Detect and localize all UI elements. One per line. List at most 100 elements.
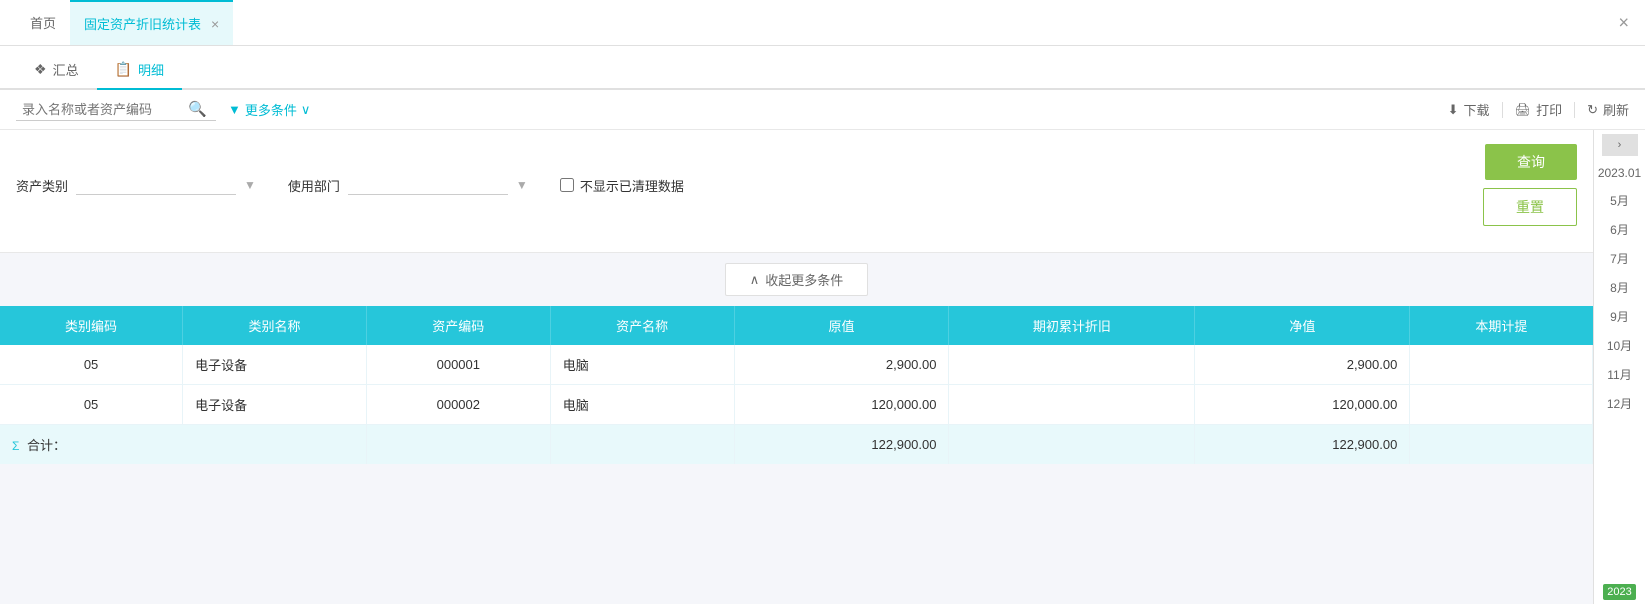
year-badge[interactable]: 2023 (1603, 584, 1635, 600)
footer-accum (949, 425, 1195, 465)
month-11[interactable]: 11月 (1594, 360, 1645, 389)
month-6[interactable]: 6月 (1594, 215, 1645, 244)
top-nav: 首页 固定资产折旧统计表 × × (0, 0, 1645, 46)
close-tab-btn[interactable]: × (211, 16, 219, 32)
query-button[interactable]: 查询 (1485, 144, 1577, 180)
search-icon[interactable]: 🔍 (188, 100, 207, 118)
collapse-label: 收起更多条件 (765, 270, 843, 289)
cell-catname-2: 电子设备 (183, 385, 367, 425)
content-area: 资产类别 ▼ 使用部门 ▼ 不显示已清理数据 查询 重置 (0, 130, 1593, 604)
more-conditions-btn[interactable]: ▼ 更多条件 ∨ (228, 100, 310, 119)
use-dept-label: 使用部门 (288, 176, 340, 195)
cell-original-1: 2,900.00 (734, 345, 949, 385)
col-header-original: 原值 (734, 306, 949, 345)
refresh-label: 刷新 (1603, 100, 1629, 119)
cell-accum-2 (949, 385, 1195, 425)
home-tab[interactable]: 首页 (16, 0, 70, 45)
refresh-btn[interactable]: ↻ 刷新 (1587, 100, 1629, 119)
filter-icon: ▼ (228, 102, 241, 117)
cell-catname-1: 电子设备 (183, 345, 367, 385)
month-9[interactable]: 9月 (1594, 302, 1645, 331)
hide-cleared-checkbox[interactable] (560, 178, 574, 192)
cell-code-1: 05 (0, 345, 183, 385)
cell-assetcode-1: 000001 (366, 345, 550, 385)
month-5[interactable]: 5月 (1594, 186, 1645, 215)
table-row: 05 电子设备 000002 电脑 120,000.00 120,000.00 (0, 385, 1593, 425)
collapse-btn[interactable]: ∧ 收起更多条件 (725, 263, 869, 296)
filter-row-1: 资产类别 ▼ 使用部门 ▼ 不显示已清理数据 查询 重置 (16, 144, 1577, 226)
download-icon: ⬇ (1448, 102, 1459, 118)
col-header-assetname: 资产名称 (550, 306, 734, 345)
footer-label-cell: Σ 合计： (0, 425, 366, 465)
download-btn[interactable]: ⬇ 下载 (1448, 100, 1490, 119)
month-8[interactable]: 8月 (1594, 273, 1645, 302)
col-header-current: 本期计提 (1410, 306, 1593, 345)
right-panel: › 2023.01 5月 6月 7月 8月 9月 10月 11月 12月 202… (1593, 130, 1645, 604)
active-tab[interactable]: 固定资产折旧统计表 × (70, 0, 233, 45)
refresh-icon: ↻ (1587, 102, 1598, 118)
reset-button[interactable]: 重置 (1483, 188, 1577, 226)
date-label: 2023.01 (1594, 160, 1645, 186)
footer-empty-1 (366, 425, 550, 465)
table-row: 05 电子设备 000001 电脑 2,900.00 2,900.00 (0, 345, 1593, 385)
footer-original: 122,900.00 (734, 425, 949, 465)
summary-icon: ❖ (34, 61, 47, 78)
btn-group: 查询 重置 (1483, 144, 1577, 226)
use-dept-input[interactable] (348, 175, 508, 195)
cell-code-2: 05 (0, 385, 183, 425)
cell-assetname-1: 电脑 (550, 345, 734, 385)
footer-net: 122,900.00 (1195, 425, 1410, 465)
col-header-catname: 类别名称 (183, 306, 367, 345)
tab-summary-label: 汇总 (53, 60, 79, 79)
print-icon: 🖨 (1515, 102, 1532, 118)
chevron-down-icon: ∨ (301, 102, 311, 118)
col-header-assetcode: 资产编码 (366, 306, 550, 345)
date-text: 2023.01 (1598, 166, 1641, 180)
table-body: 05 电子设备 000001 电脑 2,900.00 2,900.00 05 电… (0, 345, 1593, 425)
asset-category-field: 资产类别 ▼ (16, 175, 256, 195)
print-btn[interactable]: 🖨 打印 (1515, 100, 1563, 119)
main-area: 资产类别 ▼ 使用部门 ▼ 不显示已清理数据 查询 重置 (0, 130, 1645, 604)
more-cond-label: 更多条件 (245, 100, 297, 119)
asset-category-input[interactable] (76, 175, 236, 195)
window-close-btn[interactable]: × (1618, 12, 1629, 33)
cell-assetcode-2: 000002 (366, 385, 550, 425)
use-dept-dropdown-icon[interactable]: ▼ (516, 178, 528, 192)
footer-current (1410, 425, 1593, 465)
cell-net-1: 2,900.00 (1195, 345, 1410, 385)
cell-current-2 (1410, 385, 1593, 425)
footer-empty-2 (550, 425, 734, 465)
tab-summary[interactable]: ❖ 汇总 (16, 50, 97, 90)
asset-category-dropdown-icon[interactable]: ▼ (244, 178, 256, 192)
search-wrap: 🔍 (16, 98, 216, 121)
cell-assetname-2: 电脑 (550, 385, 734, 425)
tab-detail[interactable]: 📋 明细 (97, 50, 182, 90)
col-header-accum: 期初累计折旧 (949, 306, 1195, 345)
table-header: 类别编码 类别名称 资产编码 资产名称 原值 期初累计折旧 净值 本期计提 (0, 306, 1593, 345)
asset-category-label: 资产类别 (16, 176, 68, 195)
print-label: 打印 (1536, 100, 1562, 119)
tab-detail-label: 明细 (138, 60, 164, 79)
filter-section: 资产类别 ▼ 使用部门 ▼ 不显示已清理数据 查询 重置 (0, 130, 1593, 253)
toolbar: 🔍 ▼ 更多条件 ∨ ⬇ 下载 🖨 打印 ↻ 刷新 (0, 90, 1645, 130)
hide-cleared-wrap: 不显示已清理数据 (560, 176, 684, 195)
search-input[interactable] (22, 102, 182, 117)
active-tab-label: 固定资产折旧统计表 (84, 14, 201, 33)
cell-net-2: 120,000.00 (1195, 385, 1410, 425)
month-10[interactable]: 10月 (1594, 331, 1645, 360)
divider-2 (1574, 102, 1575, 118)
cell-original-2: 120,000.00 (734, 385, 949, 425)
month-7[interactable]: 7月 (1594, 244, 1645, 273)
collapse-icon: ∧ (750, 272, 760, 288)
cell-accum-1 (949, 345, 1195, 385)
sum-icon: Σ (12, 439, 19, 453)
right-panel-expand-btn[interactable]: › (1602, 134, 1638, 156)
divider-1 (1502, 102, 1503, 118)
download-label: 下载 (1464, 100, 1490, 119)
detail-icon: 📋 (115, 61, 132, 78)
hide-cleared-label: 不显示已清理数据 (580, 176, 684, 195)
data-table: 类别编码 类别名称 资产编码 资产名称 原值 期初累计折旧 净值 本期计提 05… (0, 306, 1593, 464)
month-12[interactable]: 12月 (1594, 389, 1645, 418)
tab-bar: ❖ 汇总 📋 明细 (0, 46, 1645, 90)
collapse-row: ∧ 收起更多条件 (0, 253, 1593, 306)
